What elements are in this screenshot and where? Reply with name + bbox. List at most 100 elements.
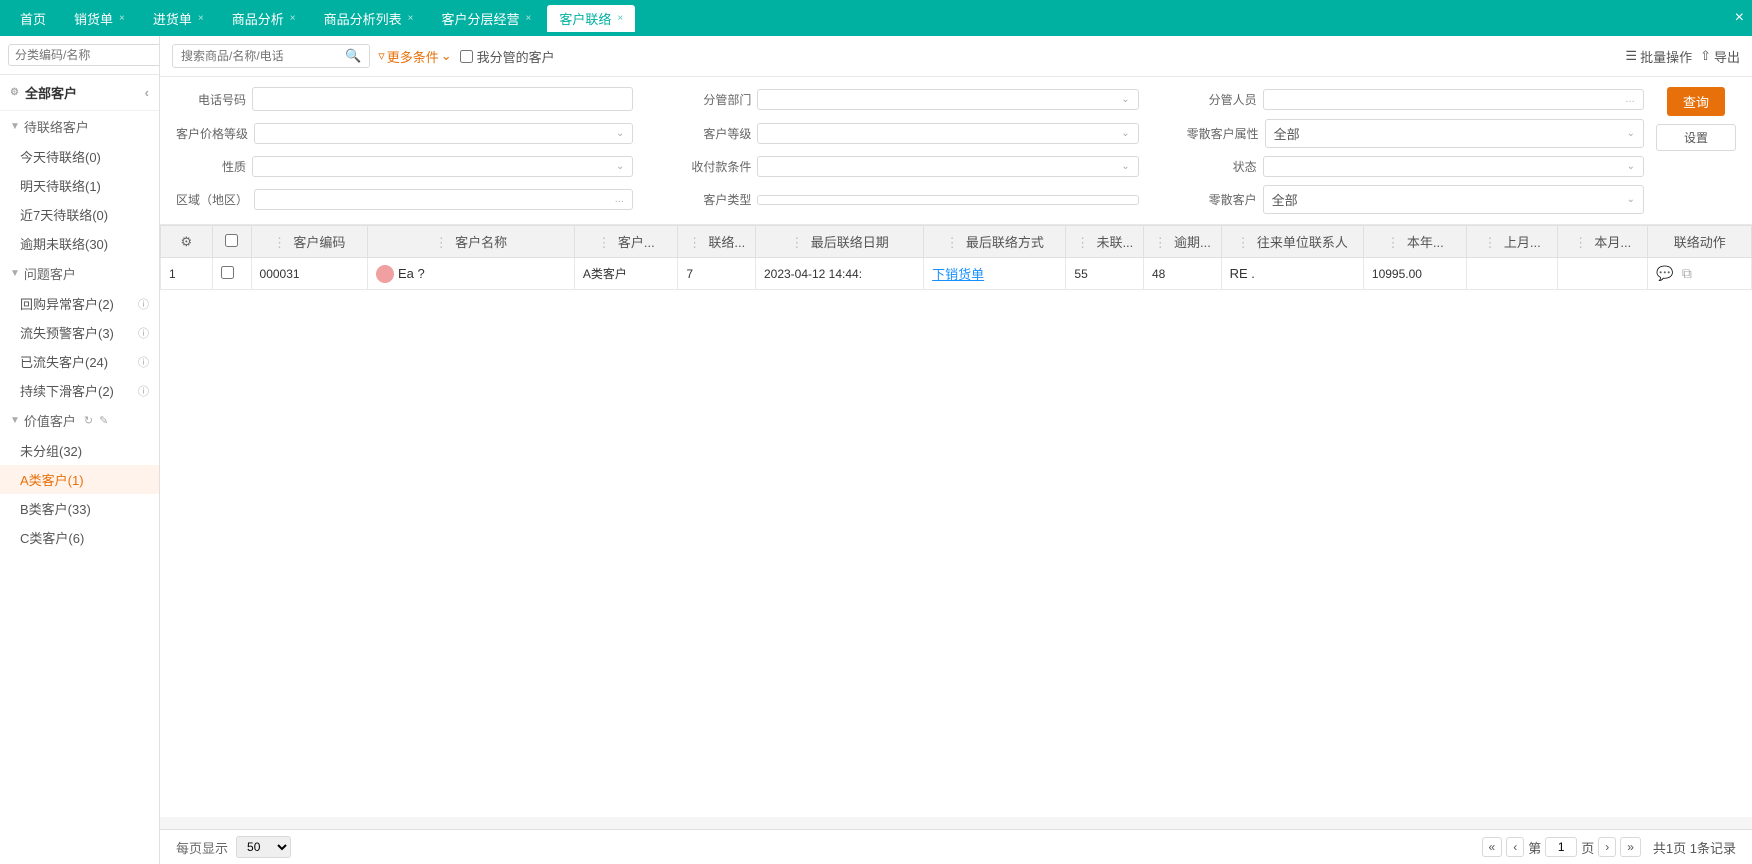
filter-dept: 分管部门 ⌄ <box>681 89 1138 110</box>
price-level-chevron-icon: ⌄ <box>616 128 624 139</box>
sort-handle-date: ⋮ <box>790 235 803 250</box>
customer-level-select[interactable]: ⌄ <box>757 123 1138 144</box>
nature-select[interactable]: ⌄ <box>252 156 633 177</box>
tab-cc-close[interactable]: × <box>617 13 623 24</box>
phone-input[interactable] <box>252 87 633 111</box>
tab-product-analysis-list[interactable]: 商品分析列表 × <box>312 5 426 32</box>
filter-status: 状态 ⌄ <box>1187 156 1644 177</box>
tab-home[interactable]: 首页 <box>8 5 58 32</box>
sidebar-search-input[interactable] <box>8 44 160 66</box>
my-customers-checkbox[interactable] <box>460 50 473 63</box>
page-input[interactable] <box>1545 837 1577 857</box>
customer-name[interactable]: Ea ? <box>398 266 425 281</box>
retail-select[interactable]: 全部 ⌄ <box>1263 185 1644 214</box>
tab-sales-order[interactable]: 销货单 × <box>62 5 137 32</box>
retail-attr-value: 全部 <box>1274 124 1300 143</box>
sidebar-item-c-class[interactable]: C类客户(6) <box>0 523 159 552</box>
customer-type-select[interactable] <box>757 195 1138 205</box>
sidebar-item-today[interactable]: 今天待联络(0) <box>0 142 159 171</box>
content-area: 🔍 ▿ 更多条件 ⌄ 我分管的客户 ☰ 批量操作 ⇧ 导出 <box>160 36 1752 864</box>
chat-icon[interactable]: 💬 <box>1656 265 1673 282</box>
select-all-checkbox[interactable] <box>225 234 238 247</box>
tab-purchase-close[interactable]: × <box>198 13 204 24</box>
region-chevron-icon: … <box>614 194 624 205</box>
row-checkbox[interactable] <box>221 266 234 279</box>
filter-more-button[interactable]: ▿ 更多条件 ⌄ <box>378 47 451 66</box>
sidebar-item-rebuy-abnormal[interactable]: 回购异常客户(2) ⓘ <box>0 289 159 318</box>
prev-page-button[interactable]: ‹ <box>1506 837 1524 857</box>
value-arrow-icon: ▼ <box>10 415 20 426</box>
page-size-select[interactable]: 50 20 100 <box>236 836 291 858</box>
th-contact: ⋮ 联络... <box>678 226 756 258</box>
sidebar-collapse-icon[interactable]: ‹ <box>145 85 149 100</box>
th-no-contact: ⋮ 未联... <box>1066 226 1144 258</box>
search-icon[interactable]: 🔍 <box>345 48 361 64</box>
payment-select[interactable]: ⌄ <box>757 156 1138 177</box>
sidebar-item-overdue[interactable]: 逾期未联络(30) <box>0 229 159 258</box>
customer-table: ⚙ ⋮ 客户编码 ⋮ 客户名称 <box>160 225 1752 290</box>
sidebar-item-7days[interactable]: 近7天待联络(0) <box>0 200 159 229</box>
unit-contact-value: RE . <box>1230 266 1255 281</box>
tab-customer-segment[interactable]: 客户分层经营 × <box>429 5 543 32</box>
tab-customer-contact[interactable]: 客户联络 × <box>547 5 635 32</box>
search-button[interactable]: 查询 <box>1667 87 1725 116</box>
th-type: ⋮ 客户... <box>574 226 677 258</box>
tab-cs-close[interactable]: × <box>525 13 531 24</box>
setting-button[interactable]: 设置 <box>1656 124 1736 151</box>
sidebar-item-tomorrow[interactable]: 明天待联络(1) <box>0 171 159 200</box>
advanced-filter: 电话号码 分管部门 ⌄ 分管人员 <box>160 77 1752 225</box>
filter-icon: ▿ <box>378 48 385 64</box>
dept-select[interactable]: ⌄ <box>757 89 1138 110</box>
price-level-select[interactable]: ⌄ <box>254 123 633 144</box>
th-this-year-label: 本年... <box>1407 235 1444 250</box>
sidebar-item-b-class[interactable]: B类客户(33) <box>0 494 159 523</box>
value-edit-icon[interactable]: ✎ <box>99 414 108 427</box>
filter-customer-level: 客户等级 ⌄ <box>681 123 1138 144</box>
cell-checkbox[interactable] <box>212 258 251 290</box>
my-customers-checkbox-wrap[interactable]: 我分管的客户 <box>460 47 555 66</box>
tab-product-analysis[interactable]: 商品分析 × <box>220 5 308 32</box>
sidebar-item-a-class[interactable]: A类客户(1) <box>0 465 159 494</box>
th-unit-contact-label: 往来单位联系人 <box>1257 235 1348 250</box>
status-select[interactable]: ⌄ <box>1263 156 1644 177</box>
sidebar-item-churn-warning[interactable]: 流失预警客户(3) ⓘ <box>0 318 159 347</box>
next-page-button[interactable]: › <box>1598 837 1616 857</box>
sidebar-item-declining[interactable]: 持续下滑客户(2) ⓘ <box>0 376 159 405</box>
sidebar-all-customers[interactable]: ⚙ 全部客户 ‹ <box>0 75 159 111</box>
region-select[interactable]: … <box>254 189 633 210</box>
retail-attr-select[interactable]: 全部 ⌄ <box>1265 119 1644 148</box>
filter-retail-attr: 零散客户属性 全部 ⌄ <box>1187 119 1644 148</box>
sidebar-group-pending-title[interactable]: ▼ 待联络客户 <box>0 111 159 142</box>
filter-retail: 零散客户 全部 ⌄ <box>1187 185 1644 214</box>
search-input[interactable] <box>181 49 341 63</box>
rebuy-label: 回购异常客户(2) <box>20 294 114 313</box>
th-gear[interactable]: ⚙ <box>161 226 213 258</box>
value-refresh-icon[interactable]: ↻ <box>84 414 93 427</box>
sort-handle-overdue: ⋮ <box>1154 235 1167 250</box>
overdue-label: 逾期未联络(30) <box>20 234 108 253</box>
sidebar-group-value-title[interactable]: ▼ 价值客户 ↻ ✎ <box>0 405 159 436</box>
person-select[interactable]: … <box>1263 89 1644 110</box>
problem-arrow-icon: ▼ <box>10 268 20 279</box>
sidebar-item-unclassified[interactable]: 未分组(32) <box>0 436 159 465</box>
horizontal-scroll[interactable] <box>160 817 1752 829</box>
tab-pa-close[interactable]: × <box>290 13 296 24</box>
tab-pal-close[interactable]: × <box>408 13 414 24</box>
payment-label: 收付款条件 <box>681 158 751 175</box>
sidebar-item-churned[interactable]: 已流失客户(24) ⓘ <box>0 347 159 376</box>
last-page-button[interactable]: » <box>1620 837 1641 857</box>
tab-sales-close[interactable]: × <box>119 13 125 24</box>
qr-icon[interactable]: ⧉ <box>1682 265 1692 282</box>
th-checkbox[interactable] <box>212 226 251 258</box>
tab-purchase[interactable]: 进货单 × <box>141 5 216 32</box>
sidebar-group-pending: ▼ 待联络客户 今天待联络(0) 明天待联络(1) 近7天待联络(0) 逾期未联… <box>0 111 159 258</box>
close-all-button[interactable]: × <box>1735 9 1744 27</box>
export-button[interactable]: ⇧ 导出 <box>1700 47 1740 66</box>
first-page-button[interactable]: « <box>1482 837 1503 857</box>
sidebar-group-problem-title[interactable]: ▼ 问题客户 <box>0 258 159 289</box>
gear-icon[interactable]: ⚙ <box>178 234 194 250</box>
filter-row-4: 区域（地区） … 客户类型 <box>176 185 1644 214</box>
retail-attr-label: 零散客户属性 <box>1187 125 1259 142</box>
last-method-link[interactable]: 下销货单 <box>932 267 984 282</box>
batch-op-button[interactable]: ☰ 批量操作 <box>1625 47 1692 66</box>
